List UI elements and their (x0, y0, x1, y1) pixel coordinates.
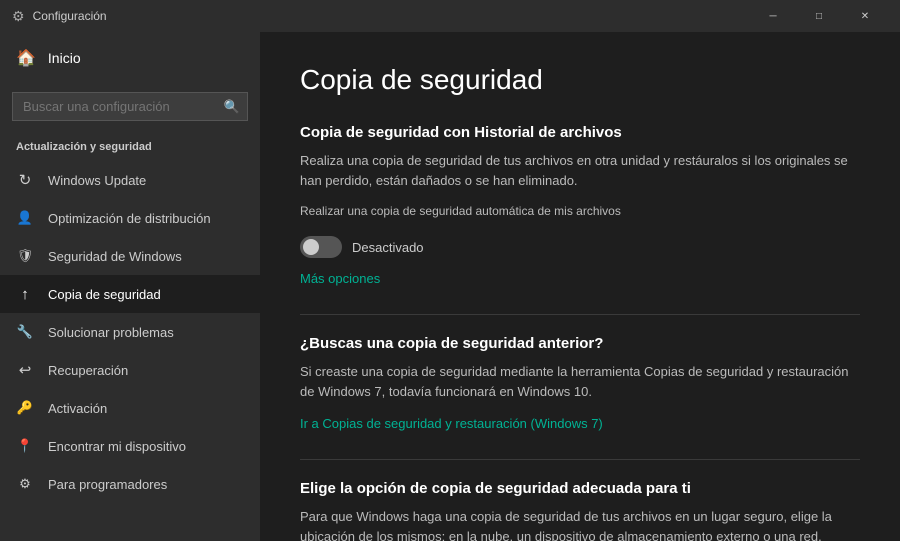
minimize-button[interactable]: ─ (750, 0, 796, 32)
maximize-button[interactable]: □ (796, 0, 842, 32)
sidebar-item-encontrar[interactable]: 📍 Encontrar mi dispositivo (0, 427, 260, 465)
page-title: Copia de seguridad (300, 64, 860, 96)
toggle-state-label: Desactivado (352, 240, 424, 255)
section-opciones-desc: Para que Windows haga una copia de segur… (300, 507, 860, 541)
toggle-row-label: Realizar una copia de seguridad automáti… (300, 204, 621, 218)
search-icon: 🔍 (224, 99, 240, 115)
toggle-thumb (303, 239, 319, 255)
search-input[interactable] (12, 92, 248, 121)
section-historial-desc: Realiza una copia de seguridad de tus ar… (300, 151, 860, 190)
backup-toggle[interactable] (300, 236, 342, 258)
sidebar-item-encontrar-label: Encontrar mi dispositivo (48, 439, 186, 454)
sidebar-item-optimizacion-label: Optimización de distribución (48, 211, 211, 226)
windows-update-icon: ↻ (16, 171, 34, 189)
titlebar: ⚙ Configuración ─ □ ✕ (0, 0, 900, 32)
titlebar-left: ⚙ Configuración (12, 8, 107, 25)
sidebar-item-programadores[interactable]: ⚙ Para programadores (0, 465, 260, 503)
section-historial: Copia de seguridad con Historial de arch… (300, 124, 860, 286)
sidebar-item-windows-update[interactable]: ↻ Windows Update (0, 161, 260, 199)
sidebar-section-title: Actualización y seguridad (0, 129, 260, 161)
sidebar-item-home[interactable]: 🏠 Inicio (0, 32, 260, 84)
section-anterior-title: ¿Buscas una copia de seguridad anterior? (300, 335, 860, 352)
divider-1 (300, 314, 860, 315)
sidebar-item-seguridad[interactable]: 🛡 Seguridad de Windows (0, 237, 260, 275)
section-anterior-desc: Si creaste una copia de seguridad median… (300, 362, 860, 401)
recuperacion-icon: ↩ (16, 361, 34, 379)
solucionar-icon: 🔧 (16, 323, 34, 341)
ir-copias-link[interactable]: Ir a Copias de seguridad y restauración … (300, 416, 603, 431)
content-area: Copia de seguridad Copia de seguridad co… (260, 32, 900, 541)
sidebar-item-programadores-label: Para programadores (48, 477, 167, 492)
activacion-icon: 🔑 (16, 399, 34, 417)
sidebar-item-recuperacion[interactable]: ↩ Recuperación (0, 351, 260, 389)
sidebar-item-activacion-label: Activación (48, 401, 107, 416)
toggle-description: Realizar una copia de seguridad automáti… (300, 204, 621, 218)
sidebar-item-solucionar[interactable]: 🔧 Solucionar problemas (0, 313, 260, 351)
titlebar-title: Configuración (33, 9, 107, 23)
sidebar-item-solucionar-label: Solucionar problemas (48, 325, 174, 340)
search-container: 🔍 (0, 84, 260, 129)
sidebar: 🏠 Inicio 🔍 Actualización y seguridad ↻ W… (0, 32, 260, 541)
main-layout: 🏠 Inicio 🔍 Actualización y seguridad ↻ W… (0, 32, 900, 541)
optimizacion-icon: 👤 (16, 209, 34, 227)
titlebar-controls: ─ □ ✕ (750, 0, 888, 32)
home-icon: 🏠 (16, 48, 36, 68)
encontrar-icon: 📍 (16, 437, 34, 455)
sidebar-home-label: Inicio (48, 50, 81, 66)
divider-2 (300, 459, 860, 460)
toggle-container: Desactivado (300, 236, 860, 258)
sidebar-item-windows-update-label: Windows Update (48, 173, 146, 188)
sidebar-item-activacion[interactable]: 🔑 Activación (0, 389, 260, 427)
section-historial-title: Copia de seguridad con Historial de arch… (300, 124, 860, 141)
section-opciones-title: Elige la opción de copia de seguridad ad… (300, 480, 860, 497)
sidebar-item-copia[interactable]: ↑ Copia de seguridad (0, 275, 260, 313)
copia-icon: ↑ (16, 285, 34, 303)
sidebar-item-seguridad-label: Seguridad de Windows (48, 249, 182, 264)
close-button[interactable]: ✕ (842, 0, 888, 32)
programadores-icon: ⚙ (16, 475, 34, 493)
mas-opciones-link[interactable]: Más opciones (300, 271, 380, 286)
section-opciones: Elige la opción de copia de seguridad ad… (300, 480, 860, 541)
sidebar-item-copia-label: Copia de seguridad (48, 287, 161, 302)
sidebar-item-optimizacion[interactable]: 👤 Optimización de distribución (0, 199, 260, 237)
seguridad-icon: 🛡 (16, 247, 34, 265)
section-anterior: ¿Buscas una copia de seguridad anterior?… (300, 335, 860, 431)
settings-icon: ⚙ (12, 8, 25, 25)
sidebar-item-recuperacion-label: Recuperación (48, 363, 128, 378)
toggle-row: Realizar una copia de seguridad automáti… (300, 204, 860, 224)
